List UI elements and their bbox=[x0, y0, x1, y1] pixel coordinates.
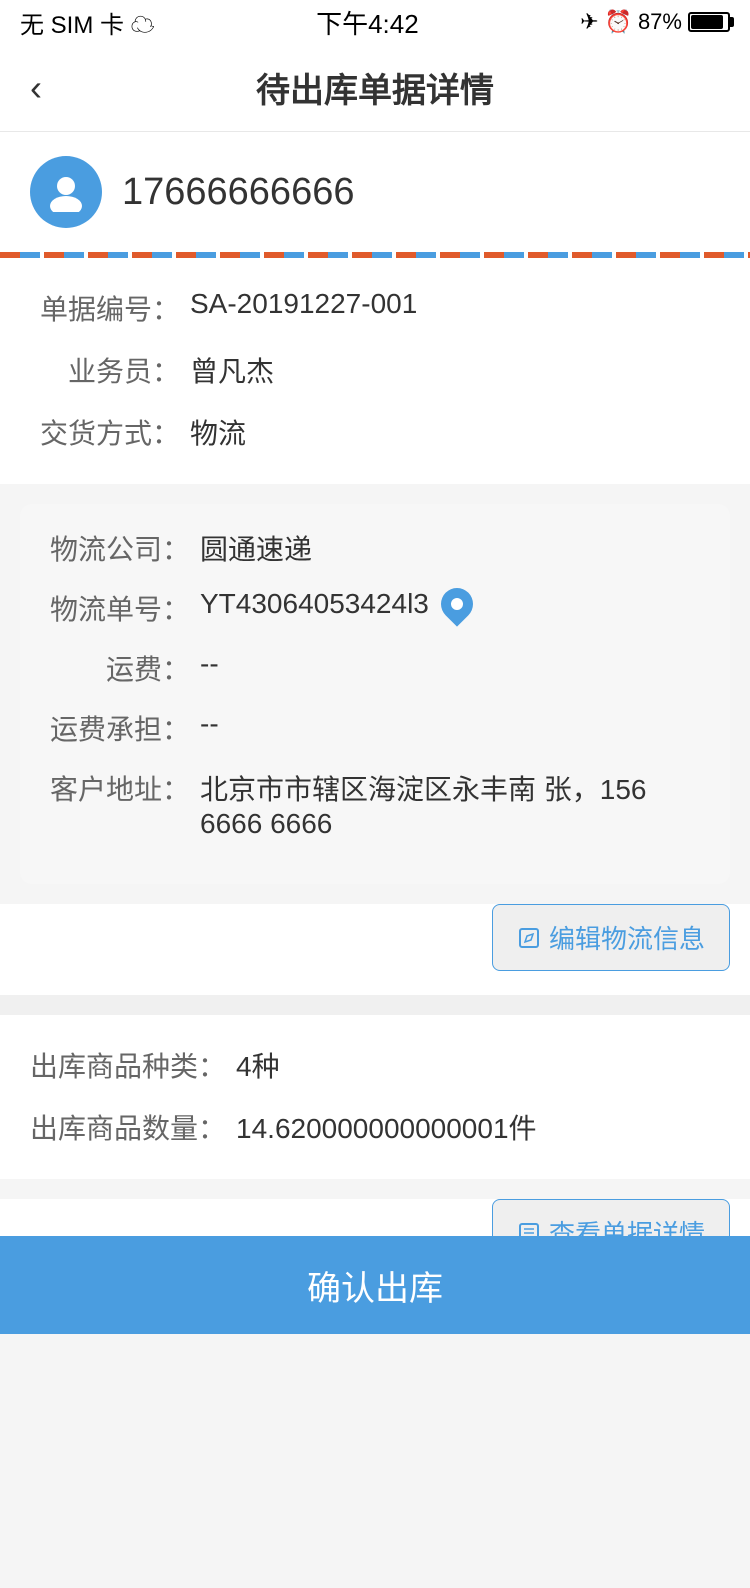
section-divider-1 bbox=[0, 995, 750, 1015]
alarm-icon: ⏰ bbox=[605, 9, 632, 35]
user-header: 17666666666 bbox=[0, 132, 750, 252]
freight-bear-row: 运费承担： -- bbox=[40, 708, 710, 748]
goods-types-label: 出库商品种类： bbox=[30, 1045, 226, 1085]
order-no-row: 单据编号： SA-20191227-001 bbox=[30, 288, 720, 328]
user-phone: 17666666666 bbox=[122, 171, 354, 214]
edit-logistics-button[interactable]: 编辑物流信息 bbox=[492, 904, 730, 971]
goods-section: 出库商品种类： 4种 出库商品数量： 14.620000000000001件 bbox=[0, 1015, 750, 1179]
freight-label: 运费： bbox=[40, 648, 190, 688]
delivery-value: 物流 bbox=[180, 412, 720, 452]
logistics-tracking-row: 物流单号： YT43064053424l3 bbox=[40, 588, 710, 628]
goods-quantity-value: 14.620000000000001件 bbox=[226, 1107, 720, 1147]
back-button[interactable]: ‹ bbox=[30, 67, 42, 109]
edit-logistics-label: 编辑物流信息 bbox=[549, 919, 705, 956]
page-title: 待出库单据详情 bbox=[256, 63, 494, 112]
salesman-label: 业务员： bbox=[30, 350, 180, 390]
status-time: 下午4:42 bbox=[316, 4, 419, 41]
status-right: ✈ ⏰ 87% bbox=[580, 9, 730, 35]
confirm-label: 确认出库 bbox=[307, 1261, 443, 1310]
salesman-value: 曾凡杰 bbox=[180, 350, 720, 390]
address-label: 客户地址： bbox=[40, 768, 190, 808]
edit-logistics-container: 编辑物流信息 bbox=[0, 904, 750, 995]
location-icon: ✈ bbox=[580, 9, 598, 35]
logistics-card: 物流公司： 圆通速递 物流单号： YT43064053424l3 运费： -- … bbox=[20, 504, 730, 884]
order-no-label: 单据编号： bbox=[30, 288, 180, 328]
goods-types-value: 4种 bbox=[226, 1045, 720, 1085]
address-value: 北京市市辖区海淀区永丰南 张，156 6666 6666 bbox=[190, 768, 710, 840]
status-left: 无 SIM 卡 ☁ bbox=[20, 5, 155, 40]
freight-value: -- bbox=[190, 648, 710, 680]
nav-bar: ‹ 待出库单据详情 bbox=[0, 44, 750, 132]
person-icon bbox=[46, 172, 86, 212]
no-sim-text: 无 SIM 卡 ☁ bbox=[20, 5, 155, 40]
location-pin-icon[interactable] bbox=[434, 581, 479, 626]
order-info-section: 单据编号： SA-20191227-001 业务员： 曾凡杰 交货方式： 物流 bbox=[0, 258, 750, 484]
battery-icon bbox=[688, 12, 730, 32]
logistics-company-label: 物流公司： bbox=[40, 528, 190, 568]
battery-text: 87% bbox=[638, 9, 682, 35]
freight-bear-label: 运费承担： bbox=[40, 708, 190, 748]
avatar bbox=[30, 156, 102, 228]
confirm-bar[interactable]: 确认出库 bbox=[0, 1236, 750, 1334]
freight-bear-value: -- bbox=[190, 708, 710, 740]
edit-icon bbox=[517, 926, 541, 950]
goods-quantity-row: 出库商品数量： 14.620000000000001件 bbox=[30, 1107, 720, 1147]
logistics-tracking-value: YT43064053424l3 bbox=[190, 588, 710, 620]
order-no-value: SA-20191227-001 bbox=[180, 288, 720, 320]
address-row: 客户地址： 北京市市辖区海淀区永丰南 张，156 6666 6666 bbox=[40, 768, 710, 840]
logistics-company-row: 物流公司： 圆通速递 bbox=[40, 528, 710, 568]
logistics-tracking-label: 物流单号： bbox=[40, 588, 190, 628]
goods-quantity-label: 出库商品数量： bbox=[30, 1107, 226, 1147]
status-bar: 无 SIM 卡 ☁ 下午4:42 ✈ ⏰ 87% bbox=[0, 0, 750, 44]
freight-row: 运费： -- bbox=[40, 648, 710, 688]
delivery-row: 交货方式： 物流 bbox=[30, 412, 720, 452]
goods-types-row: 出库商品种类： 4种 bbox=[30, 1045, 720, 1085]
delivery-label: 交货方式： bbox=[30, 412, 180, 452]
salesman-row: 业务员： 曾凡杰 bbox=[30, 350, 720, 390]
logistics-company-value: 圆通速递 bbox=[190, 528, 710, 568]
